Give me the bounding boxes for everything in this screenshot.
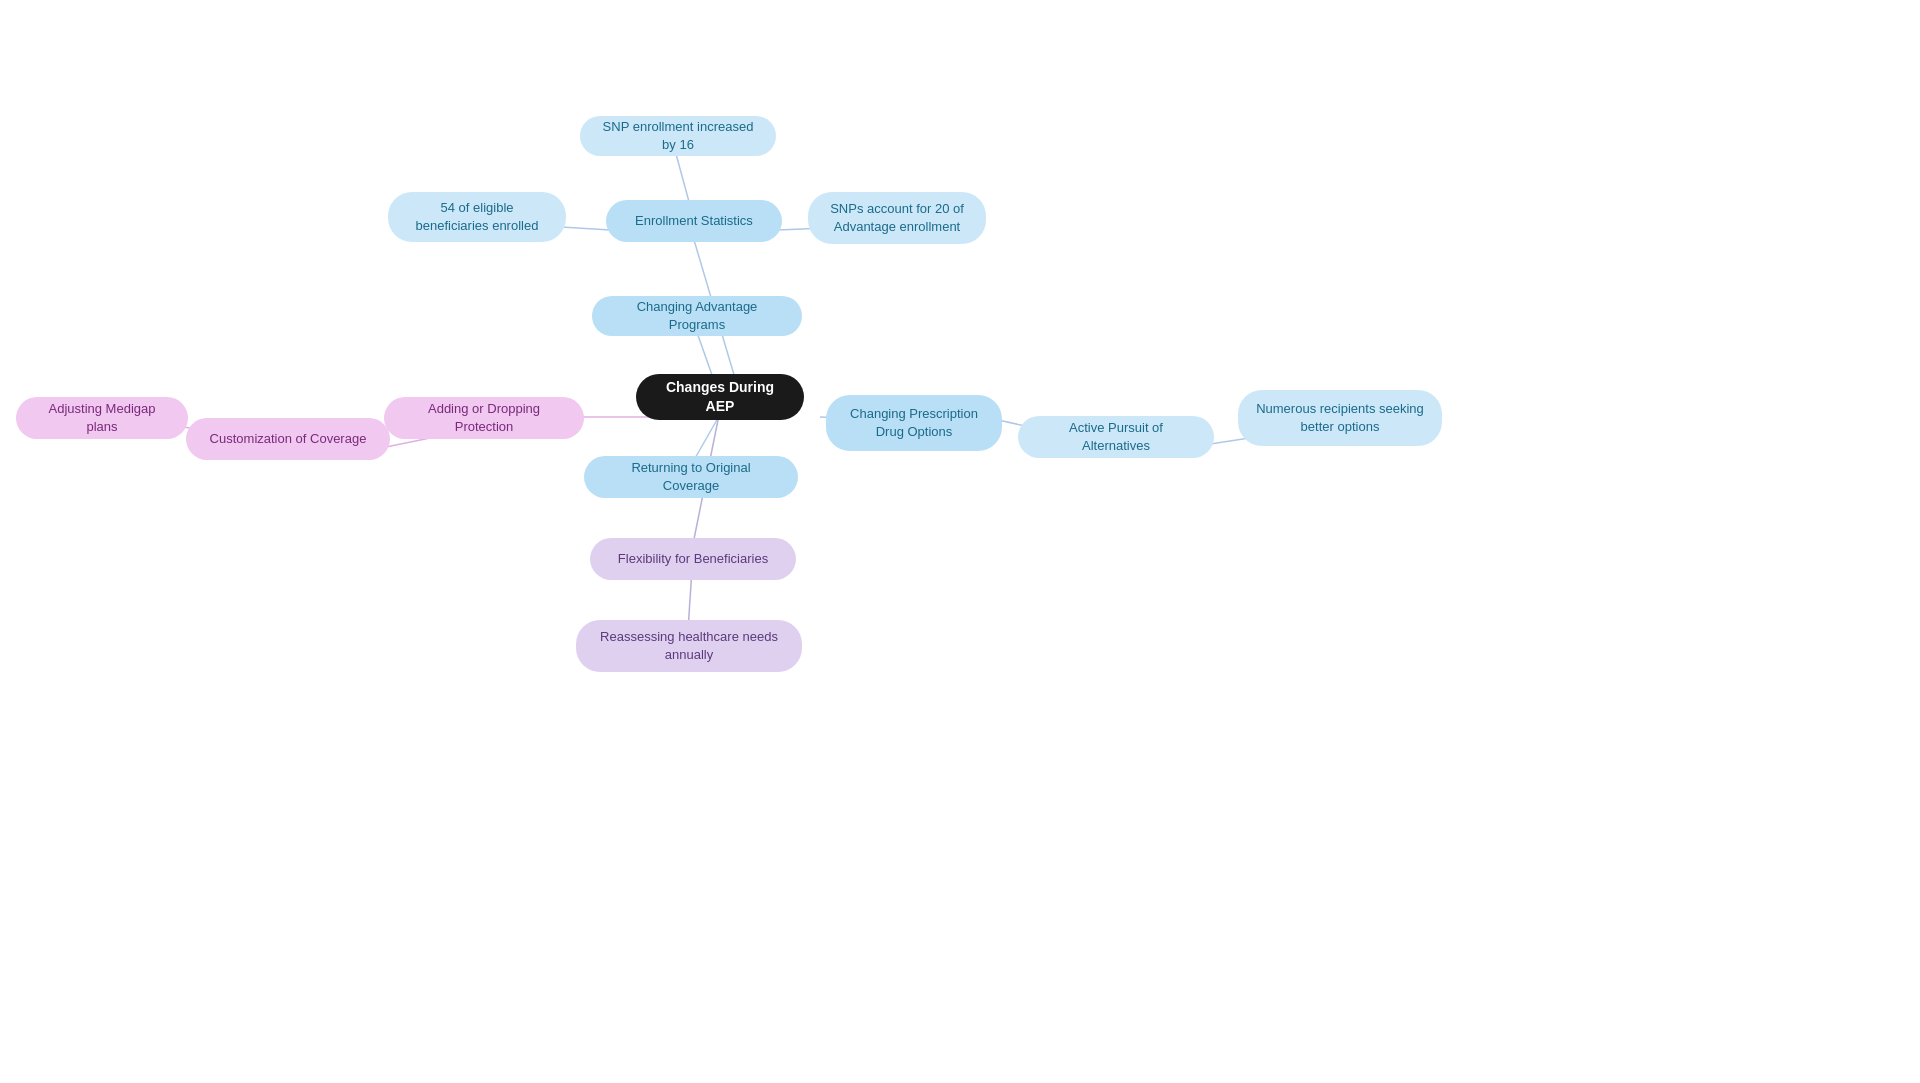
center-node: Changes During AEP bbox=[636, 374, 804, 420]
changing-rx-node: Changing Prescription Drug Options bbox=[826, 395, 1002, 451]
numerous-recipients-node: Numerous recipients seeking better optio… bbox=[1238, 390, 1442, 446]
customization-node: Customization of Coverage bbox=[186, 418, 390, 460]
snps-account-node: SNPs account for 20 of Advantage enrollm… bbox=[808, 192, 986, 244]
flexibility-node: Flexibility for Beneficiaries bbox=[590, 538, 796, 580]
active-pursuit-node: Active Pursuit of Alternatives bbox=[1018, 416, 1214, 458]
enrollment-stats-node: Enrollment Statistics bbox=[606, 200, 782, 242]
changing-advantage-node: Changing Advantage Programs bbox=[592, 296, 802, 336]
adjusting-medigap-node: Adjusting Medigap plans bbox=[16, 397, 188, 439]
reassessing-node: Reassessing healthcare needs annually bbox=[576, 620, 802, 672]
eligible-beneficiaries-node: 54 of eligible beneficiaries enrolled bbox=[388, 192, 566, 242]
snp-enrollment-node: SNP enrollment increased by 16 bbox=[580, 116, 776, 156]
adding-dropping-node: Adding or Dropping Protection bbox=[384, 397, 584, 439]
returning-coverage-node: Returning to Original Coverage bbox=[584, 456, 798, 498]
